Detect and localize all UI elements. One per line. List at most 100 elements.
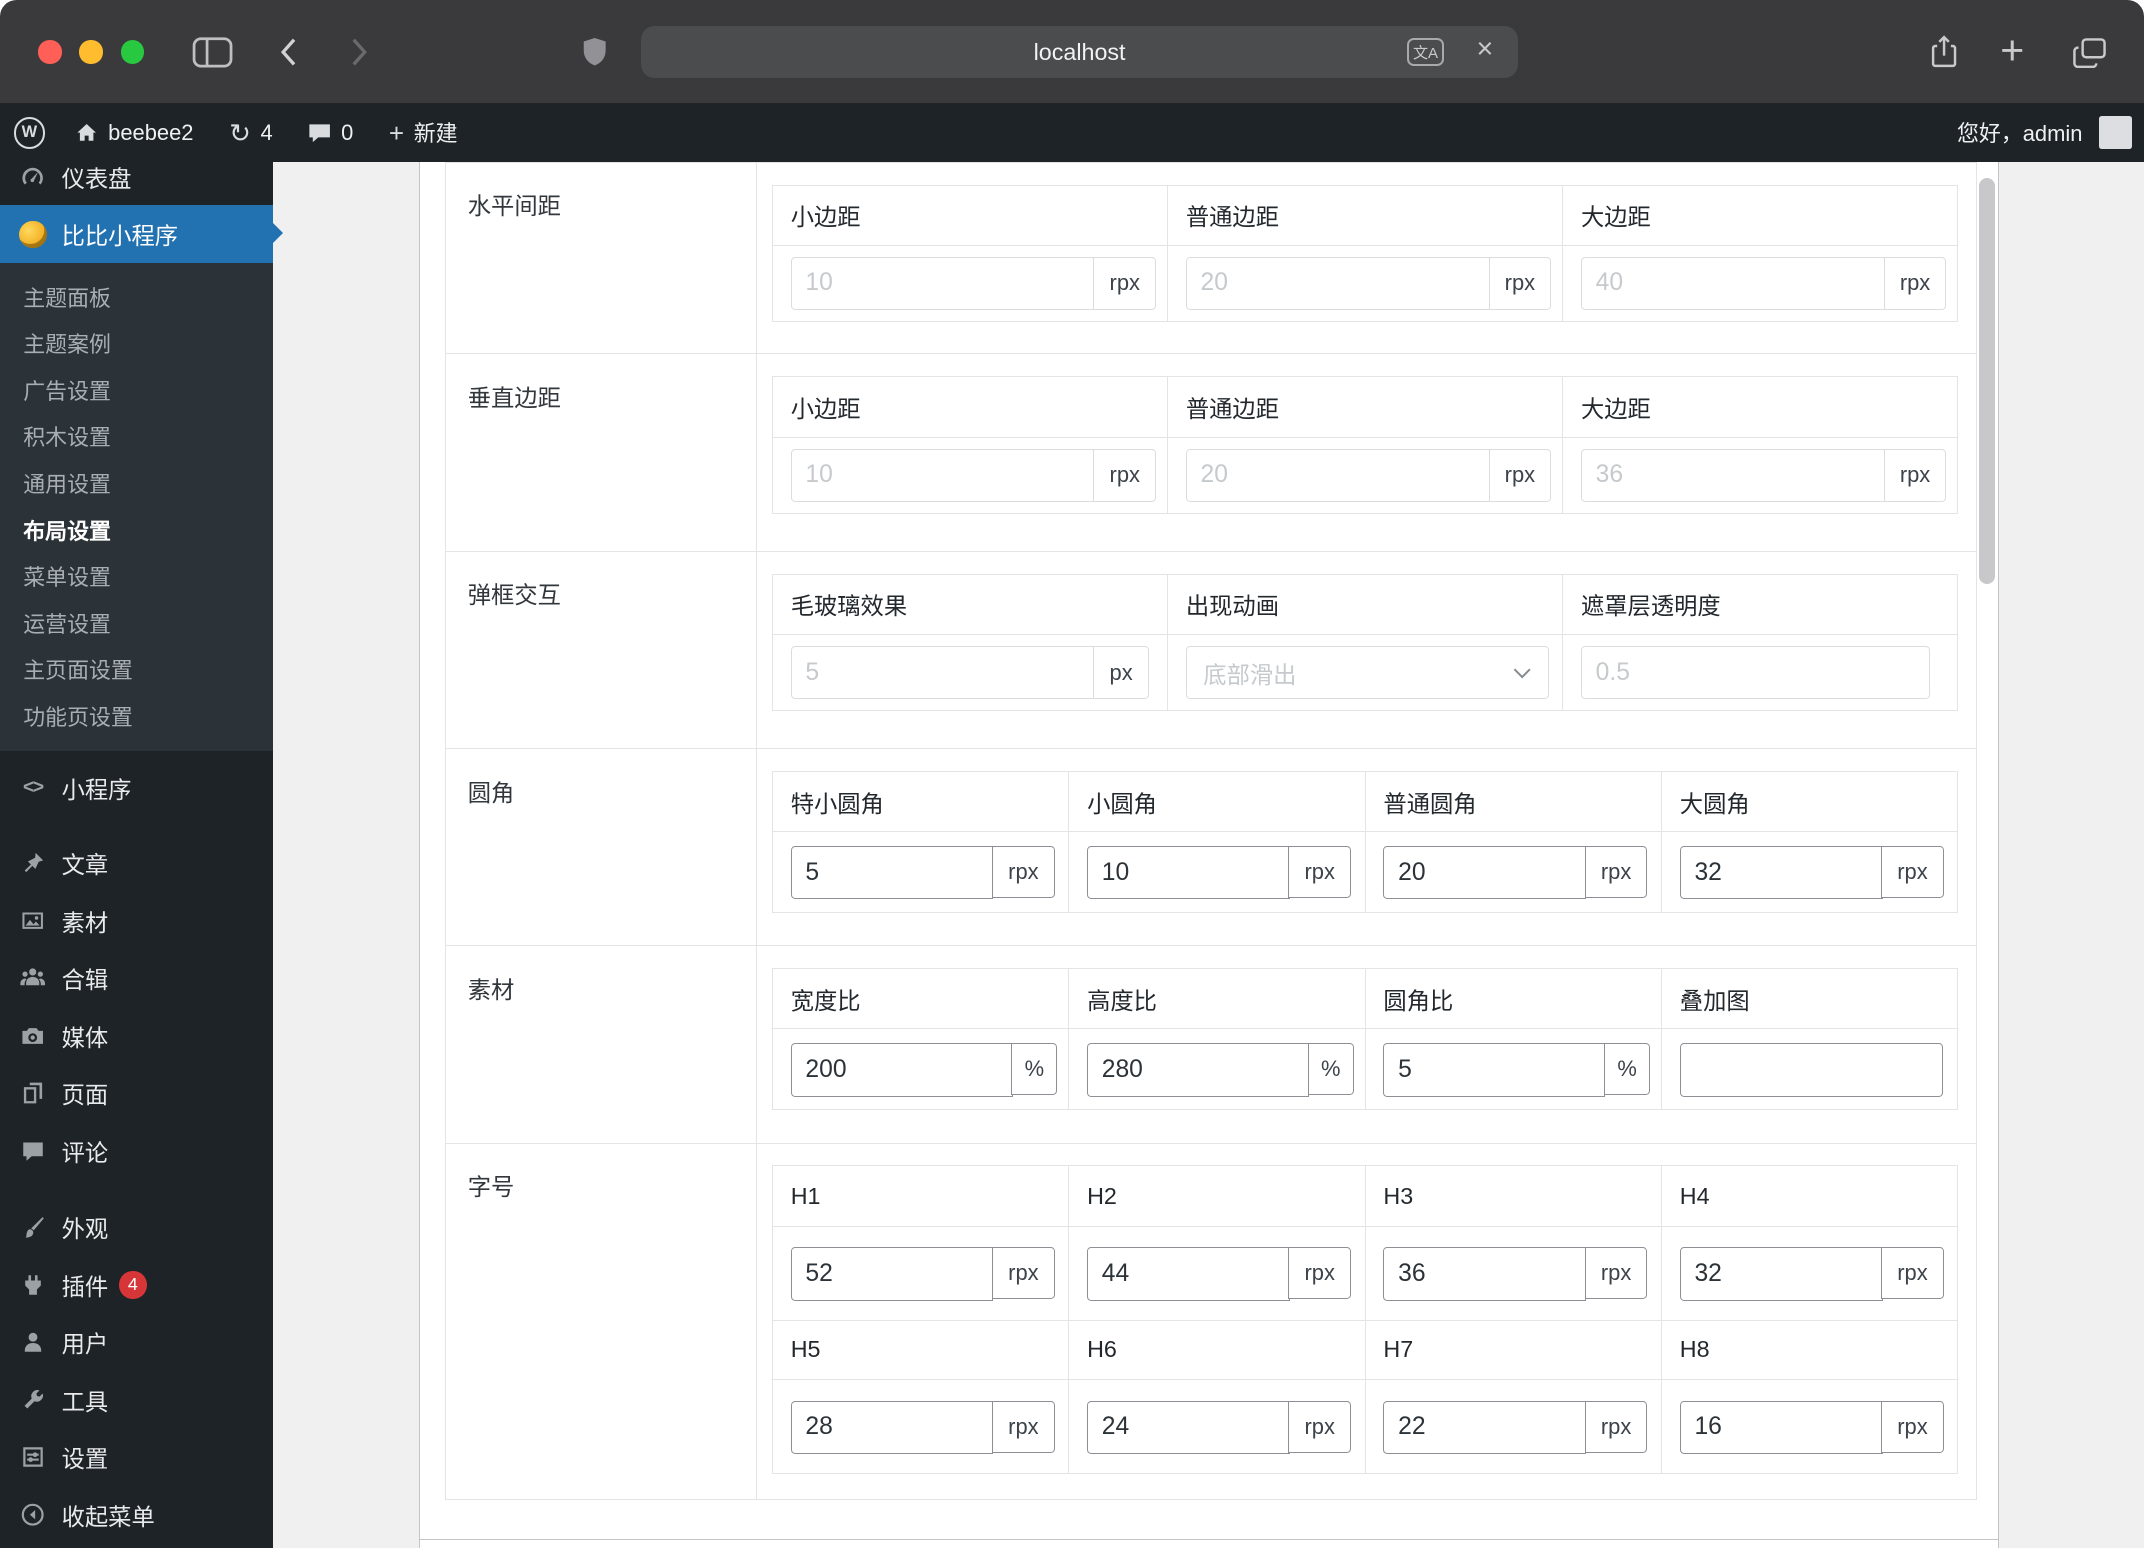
- sidebar-item-miniprogram[interactable]: <> 小程序: [0, 759, 273, 817]
- sidebar-item-posts[interactable]: 文章: [0, 834, 273, 892]
- radius-l-input[interactable]: [1679, 845, 1883, 900]
- admin-menu: 仪表盘 比比小程序 主题面板 主题案例 广告设置 积木设置 通用设置 布局设置 …: [0, 148, 283, 1544]
- unit-rpx: rpx: [1881, 845, 1944, 898]
- sidebar-item-users[interactable]: 用户: [0, 1314, 273, 1372]
- share-button[interactable]: [1929, 33, 1959, 70]
- sidebar-toggle-button[interactable]: [192, 36, 233, 69]
- wrench-icon: [18, 1387, 48, 1413]
- vspace-large-input[interactable]: [1580, 448, 1886, 502]
- hspace-normal-input[interactable]: [1185, 256, 1490, 311]
- h1-size-input[interactable]: [790, 1247, 994, 1301]
- blur-input[interactable]: [790, 645, 1095, 700]
- tab-overview-button[interactable]: [2071, 36, 2108, 70]
- subitem-layout-settings-current[interactable]: 布局设置: [0, 507, 273, 554]
- sidebar-item-label: 收起菜单: [61, 1504, 155, 1531]
- h8-size-input[interactable]: [1679, 1400, 1883, 1455]
- field-header: 大圆角: [1661, 772, 1958, 833]
- h3-size-input[interactable]: [1383, 1247, 1587, 1301]
- subitem-theme-cases[interactable]: 主题案例: [0, 321, 273, 368]
- radius-s-input[interactable]: [1087, 845, 1290, 900]
- sidebar-item-assets[interactable]: 素材: [0, 892, 273, 950]
- subitem-menu-settings[interactable]: 菜单设置: [0, 553, 273, 600]
- h7-size-input[interactable]: [1383, 1400, 1587, 1455]
- unit-rpx: rpx: [1881, 1247, 1944, 1300]
- wp-logo-button[interactable]: W: [13, 117, 46, 149]
- sidebar-item-collapse-menu[interactable]: 收起菜单: [0, 1486, 273, 1544]
- sidebar-item-comments[interactable]: 评论: [0, 1122, 273, 1180]
- unit-rpx: rpx: [1288, 845, 1352, 898]
- overlay-input[interactable]: [1679, 1043, 1943, 1097]
- bibi-submenu: 主题面板 主题案例 广告设置 积木设置 通用设置 布局设置 菜单设置 运营设置 …: [0, 263, 273, 751]
- sidebar-item-collections[interactable]: 合辑: [0, 949, 273, 1007]
- sidebar-item-settings[interactable]: 设置: [0, 1429, 273, 1487]
- field-header: 小边距: [772, 186, 1168, 246]
- sidebar-item-appearance[interactable]: 外观: [0, 1199, 273, 1257]
- site-name-button[interactable]: beebee2: [75, 120, 193, 146]
- field-header: 小圆角: [1069, 772, 1365, 833]
- h2-size-input[interactable]: [1087, 1247, 1290, 1301]
- animation-select[interactable]: 底部滑出: [1185, 645, 1549, 700]
- new-tab-button[interactable]: +: [2000, 27, 2024, 74]
- h6-size-input[interactable]: [1087, 1400, 1290, 1455]
- h5-size-input[interactable]: [790, 1400, 994, 1455]
- radius-m-input[interactable]: [1383, 845, 1587, 900]
- row-label: 字号: [446, 1143, 757, 1499]
- clear-url-icon[interactable]: ×: [1476, 33, 1493, 66]
- sidebar-item-pages[interactable]: 页面: [0, 1064, 273, 1122]
- field-header: 高度比: [1069, 969, 1365, 1030]
- forward-arrow-icon: [352, 38, 367, 66]
- subitem-operation-settings[interactable]: 运营设置: [0, 600, 273, 647]
- subitem-homepage-settings[interactable]: 主页面设置: [0, 647, 273, 694]
- privacy-shield-icon[interactable]: [581, 36, 608, 69]
- subitem-function-page-settings[interactable]: 功能页设置: [0, 693, 273, 740]
- menu-separator: [0, 751, 273, 759]
- comments-button[interactable]: 0: [308, 120, 353, 146]
- radius-xs-input[interactable]: [790, 845, 994, 900]
- vspace-normal-input[interactable]: [1185, 448, 1490, 502]
- height-ratio-input[interactable]: [1087, 1043, 1309, 1097]
- subitem-theme-panel[interactable]: 主题面板: [0, 274, 273, 321]
- avatar[interactable]: [2098, 116, 2132, 150]
- hspace-large-input[interactable]: [1580, 256, 1886, 311]
- back-button[interactable]: [279, 37, 297, 67]
- row-label: 圆角: [446, 748, 757, 946]
- field-header: H6: [1069, 1319, 1365, 1381]
- sidebar-item-plugins[interactable]: 插件 4: [0, 1256, 273, 1314]
- translate-icon[interactable]: 文A: [1407, 38, 1444, 66]
- forward-button[interactable]: [351, 37, 369, 67]
- hspace-large-input-group: rpx: [1580, 256, 1957, 311]
- sidebar-item-tools[interactable]: 工具: [0, 1371, 273, 1429]
- table-row-hspace: 水平间距 小边距 rpx: [445, 162, 1976, 355]
- sidebar-item-label: 比比小程序: [61, 223, 179, 250]
- updates-button[interactable]: ↻ 4: [229, 120, 273, 146]
- sidebar-item-bibi-miniprogram[interactable]: 比比小程序: [0, 205, 283, 263]
- radius-ratio-input[interactable]: [1383, 1043, 1606, 1097]
- mask-opacity-input[interactable]: [1580, 645, 1931, 700]
- window-minimize-button[interactable]: [79, 40, 103, 64]
- tabs-icon: [2073, 37, 2107, 68]
- radius-ratio-input-group: %: [1383, 1043, 1661, 1097]
- h4-size-input[interactable]: [1679, 1247, 1883, 1301]
- vspace-small-input[interactable]: [790, 448, 1095, 502]
- account-greeting[interactable]: 您好，admin: [1957, 117, 2082, 148]
- window-close-button[interactable]: [38, 40, 62, 64]
- subitem-ad-settings[interactable]: 广告设置: [0, 367, 273, 414]
- unit-rpx: rpx: [1093, 256, 1157, 311]
- user-icon: [18, 1329, 48, 1355]
- sidebar-item-media[interactable]: 媒体: [0, 1007, 273, 1065]
- subitem-general-settings[interactable]: 通用设置: [0, 460, 273, 507]
- hspace-small-input[interactable]: [790, 256, 1095, 311]
- address-bar[interactable]: localhost 文A ×: [641, 26, 1518, 79]
- field-header: H1: [772, 1166, 1069, 1227]
- bibi-logo-icon: [18, 220, 48, 248]
- h7-input-group: rpx: [1383, 1400, 1661, 1455]
- subitem-block-settings[interactable]: 积木设置: [0, 414, 273, 461]
- panel-scrollbar[interactable]: [1978, 178, 1996, 584]
- new-content-button[interactable]: + 新建: [389, 117, 458, 148]
- field-header: 特小圆角: [772, 772, 1069, 833]
- width-ratio-input[interactable]: [790, 1043, 1013, 1097]
- material-group: 宽度比 % 高度比: [771, 968, 1959, 1110]
- back-arrow-icon: [281, 38, 296, 66]
- unit-rpx: rpx: [1488, 256, 1552, 311]
- window-zoom-button[interactable]: [120, 40, 144, 64]
